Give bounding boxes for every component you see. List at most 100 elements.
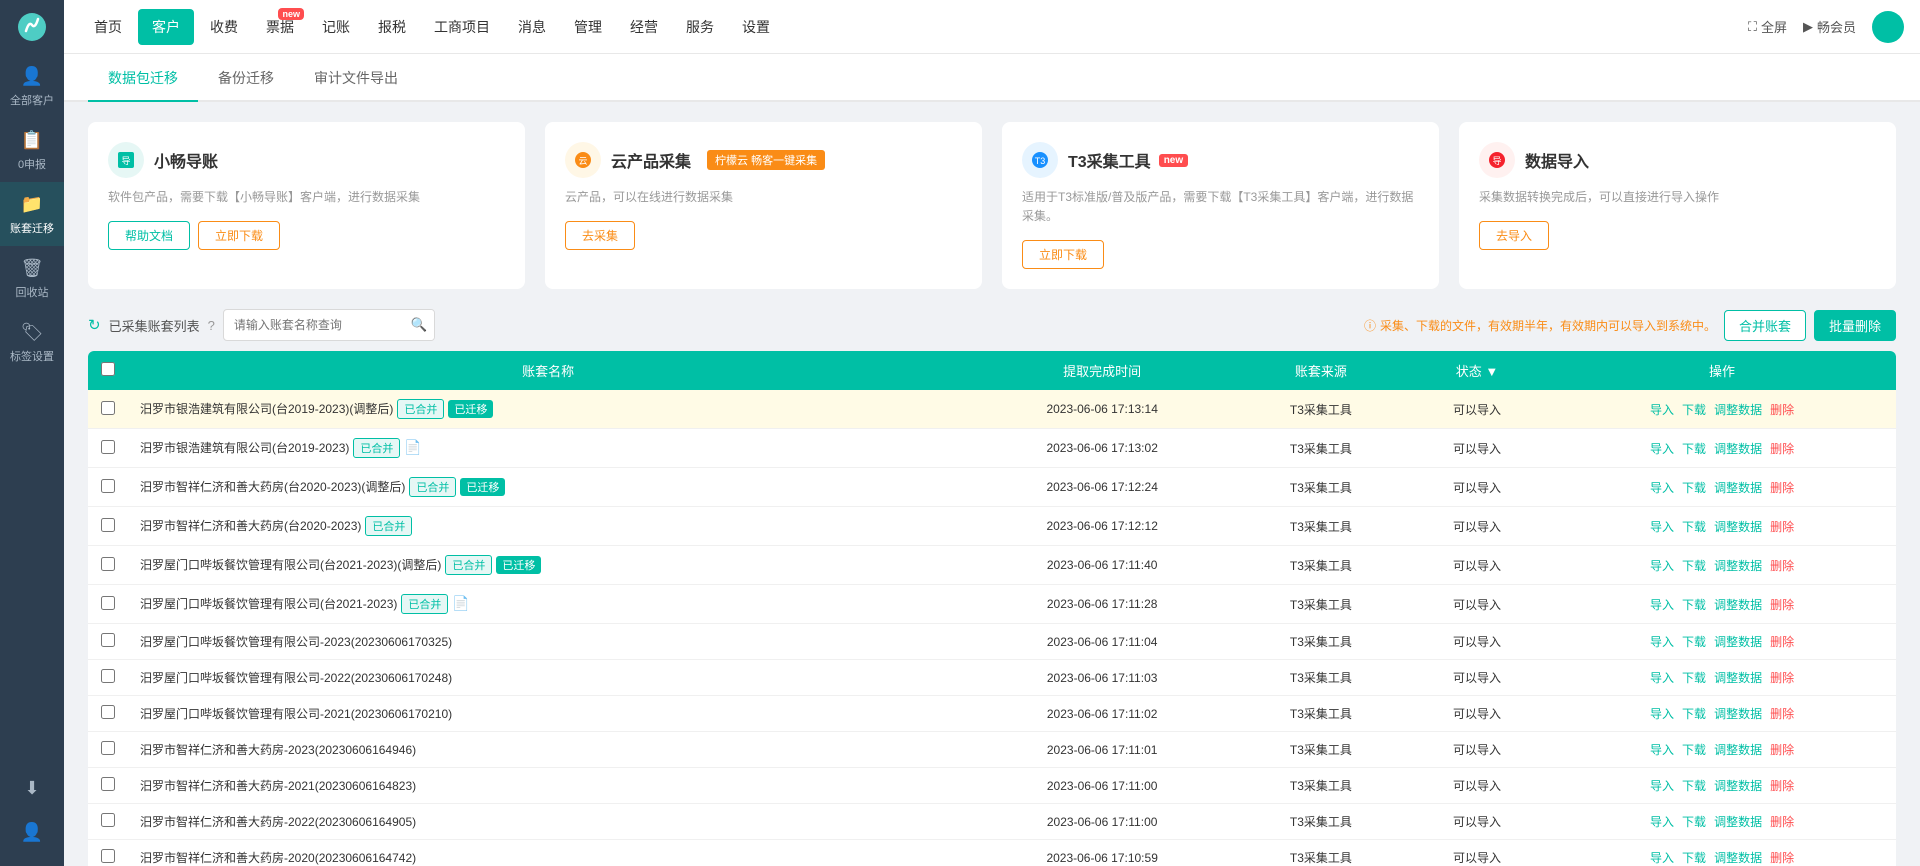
row-checkbox[interactable] [101,669,115,683]
row-checkbox[interactable] [101,401,115,415]
nav-home[interactable]: 首页 [80,0,136,54]
action-下载[interactable]: 下载 [1678,520,1710,534]
row-checkbox[interactable] [101,813,115,827]
row-checkbox[interactable] [101,777,115,791]
action-调整数据[interactable]: 调整数据 [1710,779,1766,793]
action-下载[interactable]: 下载 [1678,671,1710,685]
action-导入[interactable]: 导入 [1646,743,1678,757]
sidebar-download-btn[interactable]: ⬇ [8,770,56,806]
search-btn[interactable]: 🔍 [404,310,434,340]
action-删除[interactable]: 删除 [1766,598,1798,612]
action-下载[interactable]: 下载 [1678,635,1710,649]
nav-tax[interactable]: 报税 [364,0,420,54]
action-删除[interactable]: 删除 [1766,815,1798,829]
nav-invoice[interactable]: 票据 new [252,0,308,54]
action-调整数据[interactable]: 调整数据 [1710,403,1766,417]
action-调整数据[interactable]: 调整数据 [1710,481,1766,495]
card-download-btn-3[interactable]: 立即下载 [1022,240,1104,269]
action-删除[interactable]: 删除 [1766,671,1798,685]
user-avatar[interactable] [1872,11,1904,43]
action-导入[interactable]: 导入 [1646,559,1678,573]
action-导入[interactable]: 导入 [1646,707,1678,721]
sidebar-item-recycle[interactable]: 🗑 回收站 [0,246,64,310]
action-导入[interactable]: 导入 [1646,635,1678,649]
action-导入[interactable]: 导入 [1646,598,1678,612]
action-导入[interactable]: 导入 [1646,481,1678,495]
action-调整数据[interactable]: 调整数据 [1710,442,1766,456]
action-下载[interactable]: 下载 [1678,707,1710,721]
nav-clients[interactable]: 客户 [138,9,194,45]
action-调整数据[interactable]: 调整数据 [1710,851,1766,865]
action-调整数据[interactable]: 调整数据 [1710,598,1766,612]
action-调整数据[interactable]: 调整数据 [1710,671,1766,685]
action-删除[interactable]: 删除 [1766,403,1798,417]
refresh-icon[interactable]: ↻ [88,316,101,334]
help-icon[interactable]: ? [208,318,215,333]
row-checkbox[interactable] [101,440,115,454]
action-导入[interactable]: 导入 [1646,520,1678,534]
action-导入[interactable]: 导入 [1646,815,1678,829]
action-删除[interactable]: 删除 [1766,743,1798,757]
card-import-btn[interactable]: 去导入 [1479,221,1549,250]
row-checkbox[interactable] [101,557,115,571]
row-checkbox[interactable] [101,479,115,493]
sidebar-item-zero-declaration[interactable]: 📋 0申报 [0,118,64,182]
nav-accounting[interactable]: 记账 [308,0,364,54]
action-删除[interactable]: 删除 [1766,635,1798,649]
row-checkbox[interactable] [101,518,115,532]
card-help-btn-1[interactable]: 帮助文档 [108,221,190,250]
action-下载[interactable]: 下载 [1678,779,1710,793]
action-导入[interactable]: 导入 [1646,403,1678,417]
nav-management[interactable]: 管理 [560,0,616,54]
action-下载[interactable]: 下载 [1678,815,1710,829]
sidebar-item-tags[interactable]: 🏷 标签设置 [0,310,64,374]
nav-operation[interactable]: 经营 [616,0,672,54]
action-下载[interactable]: 下载 [1678,598,1710,612]
fullscreen-btn[interactable]: ⛶ 全屏 [1748,17,1787,36]
sidebar-item-all-clients[interactable]: 👤 全部客户 [0,54,64,118]
action-调整数据[interactable]: 调整数据 [1710,815,1766,829]
action-下载[interactable]: 下载 [1678,481,1710,495]
action-删除[interactable]: 删除 [1766,851,1798,865]
action-删除[interactable]: 删除 [1766,481,1798,495]
vip-btn[interactable]: ▶ 畅会员 [1803,17,1856,36]
nav-settings[interactable]: 设置 [728,0,784,54]
nav-business[interactable]: 工商项目 [420,0,504,54]
action-删除[interactable]: 删除 [1766,707,1798,721]
card-download-btn-1[interactable]: 立即下载 [198,221,280,250]
sidebar-user-btn[interactable]: 👤 [8,814,56,850]
action-下载[interactable]: 下载 [1678,442,1710,456]
action-调整数据[interactable]: 调整数据 [1710,520,1766,534]
action-调整数据[interactable]: 调整数据 [1710,559,1766,573]
action-导入[interactable]: 导入 [1646,442,1678,456]
action-导入[interactable]: 导入 [1646,671,1678,685]
action-下载[interactable]: 下载 [1678,743,1710,757]
row-checkbox[interactable] [101,633,115,647]
sidebar-item-account-migration[interactable]: 📁 账套迁移 [0,182,64,246]
action-调整数据[interactable]: 调整数据 [1710,635,1766,649]
batch-delete-btn[interactable]: 批量删除 [1814,310,1896,341]
nav-service[interactable]: 服务 [672,0,728,54]
action-调整数据[interactable]: 调整数据 [1710,707,1766,721]
nav-billing[interactable]: 收费 [196,0,252,54]
action-下载[interactable]: 下载 [1678,559,1710,573]
select-all-checkbox[interactable] [101,362,115,376]
tab-audit-export[interactable]: 审计文件导出 [294,54,418,102]
action-下载[interactable]: 下载 [1678,851,1710,865]
action-删除[interactable]: 删除 [1766,779,1798,793]
row-checkbox[interactable] [101,596,115,610]
action-删除[interactable]: 删除 [1766,442,1798,456]
tab-backup-migration[interactable]: 备份迁移 [198,54,294,102]
action-删除[interactable]: 删除 [1766,520,1798,534]
action-下载[interactable]: 下载 [1678,403,1710,417]
tab-data-migration[interactable]: 数据包迁移 [88,54,198,102]
nav-messages[interactable]: 消息 [504,0,560,54]
action-导入[interactable]: 导入 [1646,779,1678,793]
action-调整数据[interactable]: 调整数据 [1710,743,1766,757]
search-input[interactable] [224,313,404,337]
row-checkbox[interactable] [101,741,115,755]
action-导入[interactable]: 导入 [1646,851,1678,865]
row-checkbox[interactable] [101,849,115,863]
action-删除[interactable]: 删除 [1766,559,1798,573]
merge-accounts-btn[interactable]: 合并账套 [1724,310,1806,341]
